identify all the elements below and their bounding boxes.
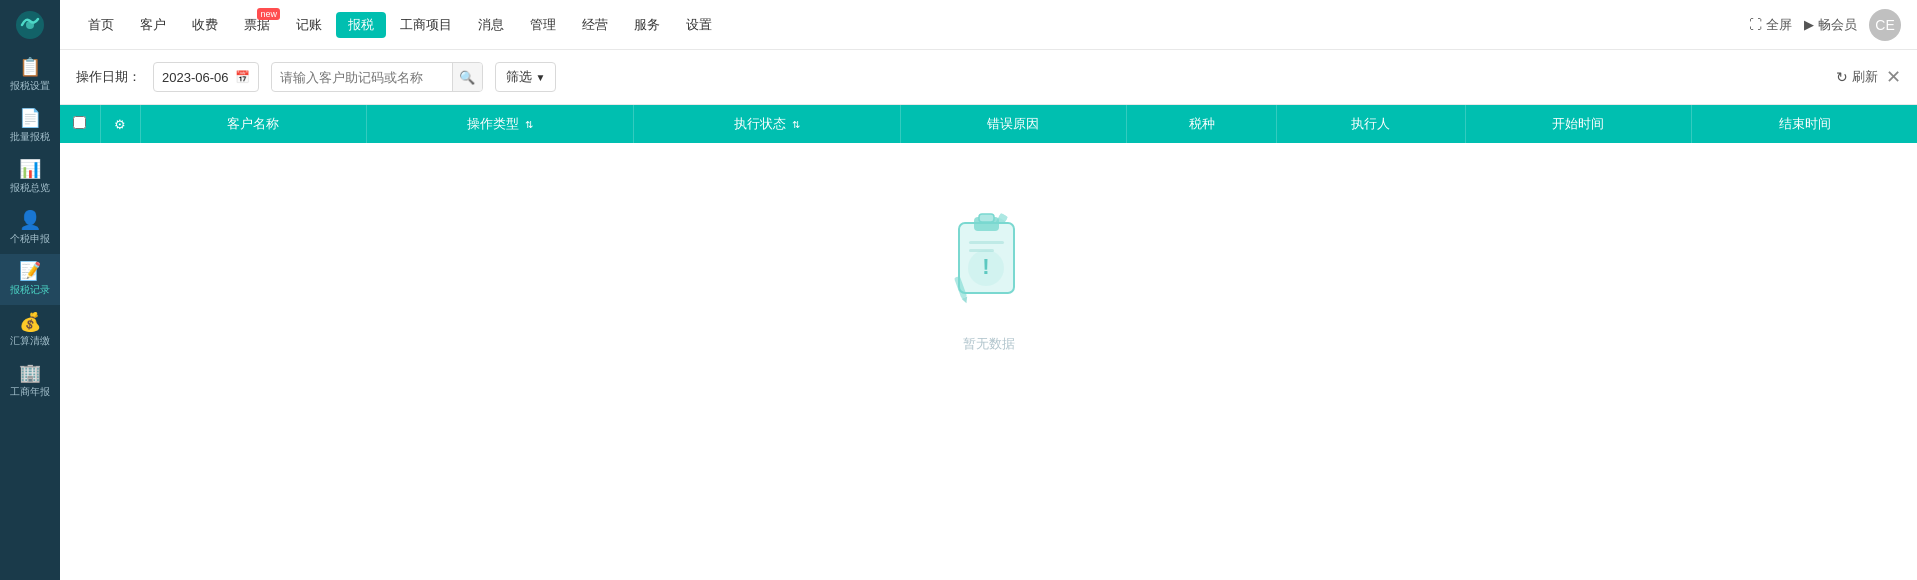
sidebar-logo [0,0,60,50]
sidebar-label-piliang-baoshui: 批量报税 [10,130,50,144]
topnav-label-home: 首页 [88,17,114,32]
member-label: 畅会员 [1818,16,1857,34]
sidebar-item-geshuishenbao[interactable]: 👤 个税申报 [0,203,60,254]
toolbar: 操作日期： 2023-06-06 📅 🔍 筛选 ▼ ↻ 刷新 ✕ [60,50,1917,105]
svg-text:!: ! [982,254,989,279]
sort-icon-operation_type: ⇅ [525,119,533,130]
sidebar-icon-baoshui-jilu: 📝 [19,262,41,280]
table-container: ⚙ 客户名称操作类型 ⇅执行状态 ⇅错误原因税种执行人开始时间结束时间 [60,105,1917,580]
filter-label: 筛选 [506,68,532,86]
date-value: 2023-06-06 [162,70,229,85]
sidebar-label-gongshang-nianbao: 工商年报 [10,385,50,399]
date-label: 操作日期： [76,68,141,86]
sidebar-item-gongshang-nianbao[interactable]: 🏢 工商年报 [0,356,60,407]
topnav-item-home[interactable]: 首页 [76,12,126,38]
topnav-label-jingying: 经营 [582,17,608,32]
topnav-badge-piaoju: new [257,8,280,21]
fullscreen-icon: ⛶ [1749,17,1762,32]
refresh-button[interactable]: ↻ 刷新 [1836,68,1878,86]
col-header-end_time: 结束时间 [1692,105,1917,143]
empty-text: 暂无数据 [963,335,1015,353]
sidebar-icon-geshuishenbao: 👤 [19,211,41,229]
sidebar-label-huisuan-jiaona: 汇算清缴 [10,334,50,348]
topnav-item-xiaoxi[interactable]: 消息 [466,12,516,38]
topnav-right: ⛶ 全屏 ▶ 畅会员 CE [1749,9,1901,41]
topnav-item-shezhi[interactable]: 设置 [674,12,724,38]
sidebar-item-baoshui-jilu[interactable]: 📝 报税记录 [0,254,60,305]
sidebar-item-baoshui-shezhi[interactable]: 📋 报税设置 [0,50,60,101]
topnav-label-jizhang: 记账 [296,17,322,32]
main-area: 首页 客户 收费票据new 记账 报税 工商项目 消息 管理 经营 服务 设置 ⛶ 全屏 ▶ 畅会员… [60,0,1917,580]
refresh-label: 刷新 [1852,68,1878,86]
svg-rect-11 [969,249,994,252]
col-header-operation_type[interactable]: 操作类型 ⇅ [367,105,634,143]
topnav-label-xiaoxi: 消息 [478,17,504,32]
sidebar-item-baoshui-zonlan[interactable]: 📊 报税总览 [0,152,60,203]
close-button[interactable]: ✕ [1886,68,1901,86]
search-icon: 🔍 [459,70,475,85]
sidebar-label-baoshui-jilu: 报税记录 [10,283,50,297]
sidebar-item-huisuan-jiaona[interactable]: 💰 汇算清缴 [0,305,60,356]
col-header-checkbox [60,105,100,143]
sidebar-label-baoshui-shezhi: 报税设置 [10,79,50,93]
topnav-label-baoshui: 报税 [348,17,374,32]
svg-rect-10 [969,241,1004,244]
play-icon: ▶ [1804,17,1814,32]
col-header-start_time: 开始时间 [1465,105,1692,143]
select-all-checkbox[interactable] [73,116,86,129]
topnav-label-gongshang-xiangmu: 工商项目 [400,17,452,32]
gear-icon[interactable]: ⚙ [114,117,126,132]
calendar-icon: 📅 [235,70,250,84]
search-button[interactable]: 🔍 [452,62,482,92]
svg-point-1 [26,21,34,29]
col-header-customer_name: 客户名称 [140,105,367,143]
col-header-error_reason: 错误原因 [900,105,1127,143]
empty-state: ! [60,143,1917,413]
col-header-gear: ⚙ [100,105,140,143]
topnav-item-baoshui[interactable]: 报税 [336,12,386,38]
topnav-label-guanli: 管理 [530,17,556,32]
topnav-item-fuwu[interactable]: 服务 [622,12,672,38]
search-input[interactable] [272,66,452,89]
topnav-item-jingying[interactable]: 经营 [570,12,620,38]
top-navigation: 首页 客户 收费票据new 记账 报税 工商项目 消息 管理 经营 服务 设置 ⛶ 全屏 ▶ 畅会员… [60,0,1917,50]
refresh-icon: ↻ [1836,69,1848,85]
topnav-item-gongshang-xiangmu[interactable]: 工商项目 [388,12,464,38]
filter-button[interactable]: 筛选 ▼ [495,62,557,92]
topnav-item-jizhang[interactable]: 记账 [284,12,334,38]
sort-icon-exec_status: ⇅ [792,119,800,130]
content-area: 操作日期： 2023-06-06 📅 🔍 筛选 ▼ ↻ 刷新 ✕ [60,50,1917,580]
avatar[interactable]: CE [1869,9,1901,41]
search-box: 🔍 [271,62,483,92]
fullscreen-label: 全屏 [1766,16,1792,34]
sidebar-icon-baoshui-zonlan: 📊 [19,160,41,178]
sidebar-icon-piliang-baoshui: 📄 [19,109,41,127]
member-button[interactable]: ▶ 畅会员 [1804,16,1857,34]
topnav-label-shezhi: 设置 [686,17,712,32]
topnav-item-piaoju[interactable]: 票据new [232,12,282,38]
toolbar-right: ↻ 刷新 ✕ [1836,68,1901,86]
topnav-label-fuwu: 服务 [634,17,660,32]
topnav-item-shoufei[interactable]: 收费 [180,12,230,38]
col-header-executor: 执行人 [1277,105,1465,143]
records-table: ⚙ 客户名称操作类型 ⇅执行状态 ⇅错误原因税种执行人开始时间结束时间 [60,105,1917,413]
sidebar-icon-gongshang-nianbao: 🏢 [19,364,41,382]
empty-illustration: ! [939,203,1039,323]
topnav-item-guanli[interactable]: 管理 [518,12,568,38]
topnav-label-customer: 客户 [140,17,166,32]
col-header-tax_type: 税种 [1127,105,1277,143]
date-picker[interactable]: 2023-06-06 📅 [153,62,259,92]
fullscreen-button[interactable]: ⛶ 全屏 [1749,16,1792,34]
topnav-label-shoufei: 收费 [192,17,218,32]
sidebar-icon-baoshui-shezhi: 📋 [19,58,41,76]
topnav-item-customer[interactable]: 客户 [128,12,178,38]
sidebar-item-piliang-baoshui[interactable]: 📄 批量报税 [0,101,60,152]
chevron-down-icon: ▼ [536,72,546,83]
svg-rect-7 [979,214,994,222]
sidebar-label-geshuishenbao: 个税申报 [10,232,50,246]
col-header-exec_status[interactable]: 执行状态 ⇅ [633,105,900,143]
sidebar: 📋 报税设置 📄 批量报税 📊 报税总览 👤 个税申报 📝 报税记录 💰 汇算清缴 🏢 工商年报 [0,0,60,580]
sidebar-label-baoshui-zonlan: 报税总览 [10,181,50,195]
sidebar-icon-huisuan-jiaona: 💰 [19,313,41,331]
